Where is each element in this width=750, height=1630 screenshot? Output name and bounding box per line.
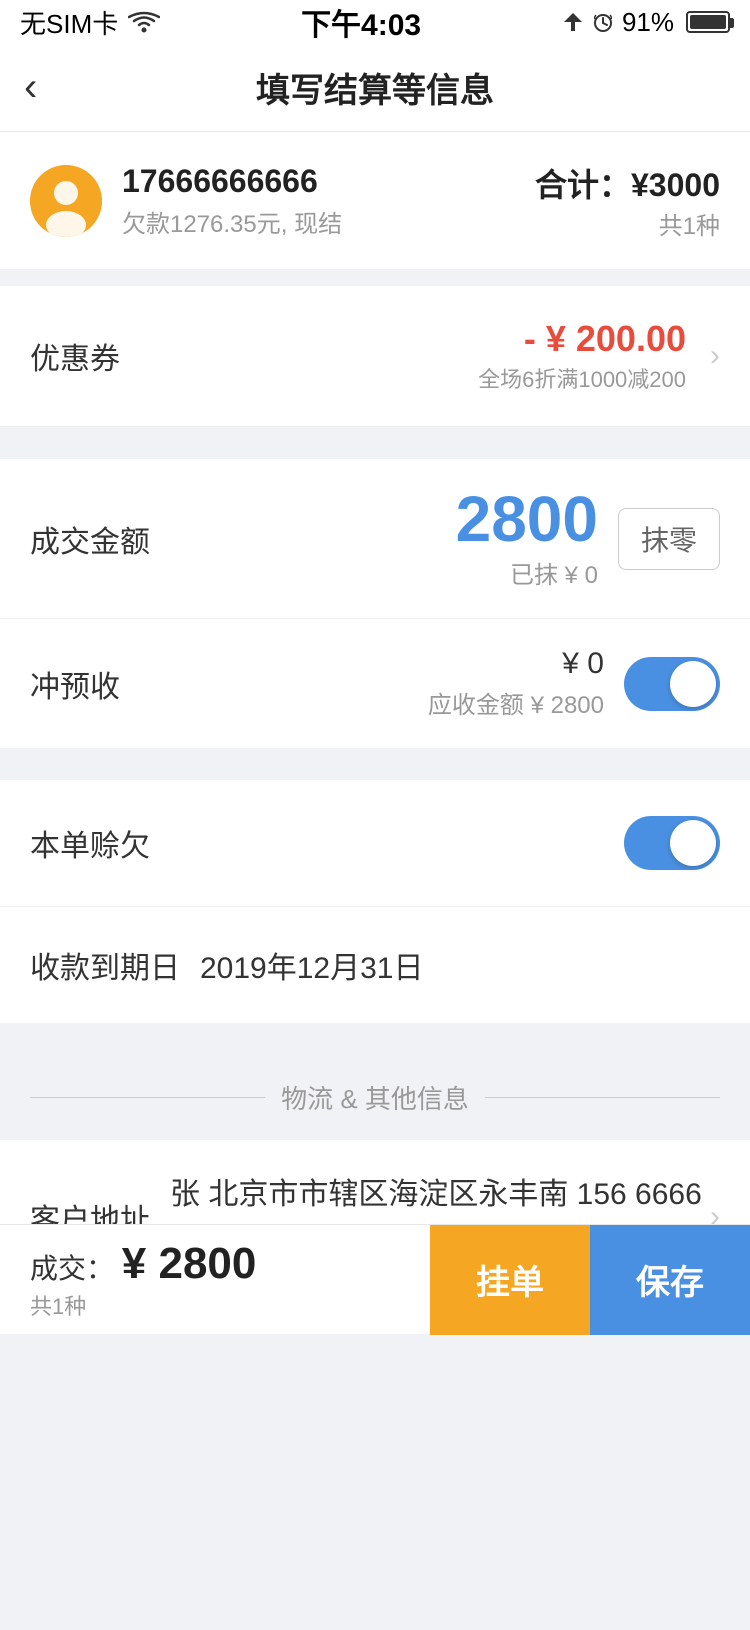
coupon-card: 优惠券 - ¥ 200.00 全场6折满1000减200 ›: [0, 286, 750, 427]
status-left: 无SIM卡: [20, 4, 160, 41]
separator-1: [0, 443, 750, 459]
section-title: 物流 & 其他信息: [281, 1079, 469, 1116]
user-left: 17666666666 欠款1276.35元, 现结: [30, 163, 342, 239]
deal-right: 2800 已抹 ¥ 0 抹零: [456, 487, 720, 590]
prepay-amount: ¥ 0: [428, 647, 604, 681]
status-time: 下午4:03: [301, 0, 421, 44]
logistics-section-header: 物流 & 其他信息: [0, 1055, 750, 1140]
debt-card: 本单赊欠 收款到期日 2019年12月31日: [0, 780, 750, 1023]
user-row: 17666666666 欠款1276.35元, 现结 合计：¥3000 共1种: [0, 132, 750, 270]
section-line-right: [485, 1097, 720, 1098]
debt-toggle[interactable]: [624, 816, 720, 870]
coupon-label: 优惠券: [30, 334, 120, 378]
prepay-toggle[interactable]: [624, 657, 720, 711]
due-date-row: 收款到期日 2019年12月31日: [0, 907, 750, 1023]
bottom-deal-row: 成交： ¥ 2800: [30, 1239, 400, 1289]
round-zero-button[interactable]: 抹零: [618, 508, 720, 570]
user-info: 17666666666 欠款1276.35元, 现结: [122, 163, 342, 239]
bottom-info: 成交： ¥ 2800 共1种: [0, 1239, 430, 1321]
due-date-value: 2019年12月31日: [200, 943, 423, 987]
bottom-deal-label: 成交：: [30, 1253, 114, 1284]
content: 17666666666 欠款1276.35元, 现结 合计：¥3000 共1种 …: [0, 132, 750, 1630]
page-title: 填写结算等信息: [256, 63, 494, 112]
save-button[interactable]: 保存: [590, 1225, 750, 1335]
due-date-label: 收款到期日: [30, 943, 180, 987]
debt-toggle-knob: [670, 820, 716, 866]
user-phone: 17666666666: [122, 163, 342, 200]
total-amount: 合计：¥3000: [535, 160, 720, 206]
coupon-sub: 全场6折满1000减200: [478, 362, 686, 394]
toggle-knob: [670, 661, 716, 707]
section-line-left: [30, 1097, 265, 1098]
coupon-row[interactable]: 优惠券 - ¥ 200.00 全场6折满1000减200 ›: [0, 286, 750, 427]
hang-order-button[interactable]: 挂单: [430, 1225, 590, 1335]
user-info-card: 17666666666 欠款1276.35元, 现结 合计：¥3000 共1种: [0, 132, 750, 270]
coupon-value: - ¥ 200.00: [478, 318, 686, 360]
separator-4: [0, 1310, 750, 1510]
status-right: 91%: [562, 7, 730, 38]
battery-percent: 91%: [622, 7, 674, 38]
bottom-bar: 成交： ¥ 2800 共1种 挂单 保存: [0, 1224, 750, 1334]
deal-amount-value: 2800: [456, 487, 598, 551]
deal-amount-sub: 已抹 ¥ 0: [456, 555, 598, 590]
separator-2: [0, 764, 750, 780]
separator-3: [0, 1039, 750, 1055]
total-count: 共1种: [535, 206, 720, 241]
back-icon: ‹: [24, 65, 37, 110]
debt-label: 本单赊欠: [30, 821, 150, 865]
location-icon: [562, 11, 584, 33]
battery-icon: [686, 11, 730, 33]
user-sub: 欠款1276.35元, 现结: [122, 204, 342, 239]
debt-row: 本单赊欠: [0, 780, 750, 907]
coupon-right: - ¥ 200.00 全场6折满1000减200 ›: [478, 318, 720, 394]
sim-label: 无SIM卡: [20, 4, 118, 41]
nav-bar: ‹ 填写结算等信息: [0, 44, 750, 132]
deal-amount-row: 成交金额 2800 已抹 ¥ 0 抹零: [0, 459, 750, 619]
prepay-right: ¥ 0 应收金额 ¥ 2800: [428, 647, 720, 720]
wifi-icon: [128, 11, 160, 33]
user-total: 合计：¥3000 共1种: [535, 160, 720, 241]
bottom-count: 共1种: [30, 1289, 400, 1321]
deal-card: 成交金额 2800 已抹 ¥ 0 抹零 冲预收 ¥ 0 应收金额 ¥ 2800: [0, 459, 750, 748]
bottom-deal-amount: ¥ 2800: [122, 1239, 257, 1288]
coupon-chevron-icon: ›: [710, 339, 720, 373]
deal-amount-label: 成交金额: [30, 517, 150, 561]
prepay-sub: 应收金额 ¥ 2800: [428, 685, 604, 720]
prepay-row: 冲预收 ¥ 0 应收金额 ¥ 2800: [0, 619, 750, 748]
status-bar: 无SIM卡 下午4:03 91%: [0, 0, 750, 44]
prepay-label: 冲预收: [30, 662, 120, 706]
back-button[interactable]: ‹: [24, 65, 37, 110]
alarm-icon: [592, 11, 614, 33]
avatar: [30, 165, 102, 237]
